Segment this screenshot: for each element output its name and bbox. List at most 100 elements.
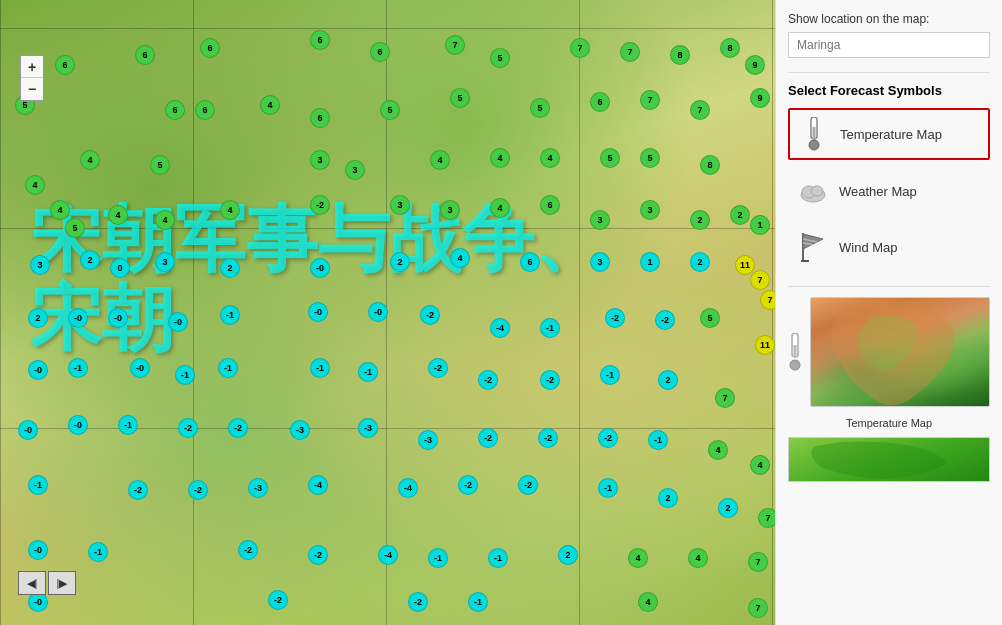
location-input[interactable] [788,32,990,58]
temp-dot: -0 [68,415,88,435]
temp-dot: 2 [690,210,710,230]
temp-dot: 5 [490,48,510,68]
forecast-option-weather[interactable]: Weather Map [788,166,990,216]
temp-dot: 11 [755,335,775,355]
forecast-option-wind[interactable]: Wind Map [788,222,990,272]
temp-dot: -2 [420,305,440,325]
temp-dot: 4 [220,200,240,220]
temp-dot: -2 [268,590,288,610]
temp-dot: 4 [430,150,450,170]
temp-dot: 4 [450,248,470,268]
temperature-map-thumbnail[interactable] [810,297,990,407]
temp-dot: 4 [638,592,658,612]
temp-dot: 4 [490,148,510,168]
temp-dot: 6 [165,100,185,120]
forecast-option-temperature[interactable]: Temperature Map [788,108,990,160]
temp-dot: 4 [50,200,70,220]
temp-dot: 6 [135,45,155,65]
forecast-temp-label: Temperature Map [840,127,942,142]
forecast-weather-label: Weather Map [839,184,917,199]
temp-dot: 4 [540,148,560,168]
temp-dot: 2 [658,370,678,390]
svg-rect-1 [813,127,816,139]
temp-dot: 8 [700,155,720,175]
svg-point-2 [809,140,819,150]
temp-dot: 5 [65,218,85,238]
temp-dot: -3 [418,430,438,450]
temp-dot: 3 [590,210,610,230]
temp-dot: -2 [478,428,498,448]
temp-dot: -1 [600,365,620,385]
thermometer-icon [798,116,830,152]
location-label: Show location on the map: [788,12,990,26]
zoom-in-button[interactable]: + [21,56,43,78]
forecast-wind-label: Wind Map [839,240,898,255]
temp-dot: 6 [540,195,560,215]
temp-dot: 1 [750,215,770,235]
temp-dot: -0 [130,358,150,378]
temp-dot: -1 [310,358,330,378]
temp-dot: -2 [540,370,560,390]
temp-dot: -1 [118,415,138,435]
temp-dot: -1 [648,430,668,450]
temp-dot: 2 [28,308,48,328]
temp-dot: 4 [155,210,175,230]
temp-dot: -2 [655,310,675,330]
svg-rect-12 [794,345,797,357]
temp-dot: -0 [18,420,38,440]
temp-dot: -2 [308,545,328,565]
temp-dot: -1 [68,358,88,378]
nav-next-button[interactable]: |▶ [48,571,76,595]
forecast-section: Select Forecast Symbols Temperature Map [788,83,990,272]
location-section: Show location on the map: [788,12,990,58]
temp-dot: 3 [390,195,410,215]
thumbnail-section: Temperature Map [788,297,990,482]
temp-dot: 6 [55,55,75,75]
temp-dot: 0 [110,258,130,278]
temp-dot: 5 [150,155,170,175]
temp-dot: 7 [570,38,590,58]
temp-dot: -4 [378,545,398,565]
temp-dot: 2 [690,252,710,272]
temp-dot: 2 [558,545,578,565]
temp-dot: -2 [128,480,148,500]
temp-dot: -1 [220,305,240,325]
second-map-thumbnail[interactable] [788,437,990,482]
forecast-title: Select Forecast Symbols [788,83,990,98]
temp-dot: 6 [195,100,215,120]
zoom-out-button[interactable]: − [21,78,43,100]
section-divider [788,72,990,73]
temp-dot: 7 [748,598,768,618]
temp-dot: -0 [368,302,388,322]
temp-dot: 4 [688,548,708,568]
temp-dot: 7 [690,100,710,120]
temp-dot: 4 [490,198,510,218]
temp-dot: -3 [358,418,378,438]
temp-dot: -1 [468,592,488,612]
temp-dot: 6 [200,38,220,58]
temp-dot: -1 [28,475,48,495]
temp-dot: -2 [518,475,538,495]
temp-dot: 3 [590,252,610,272]
section-divider-2 [788,286,990,287]
temp-dot: 5 [530,98,550,118]
temp-dot: 5 [600,148,620,168]
temp-dot: 3 [345,160,365,180]
temp-dot: 2 [730,205,750,225]
temp-dot: -2 [458,475,478,495]
temp-dot: 6 [310,30,330,50]
temp-dot: -2 [238,540,258,560]
temp-dot: -0 [68,308,88,328]
temp-dot: 1 [640,252,660,272]
nav-prev-button[interactable]: ◀| [18,571,46,595]
thermo-large-icon [788,333,802,375]
temp-dot: 3 [440,200,460,220]
temp-dot: 5 [450,88,470,108]
temp-dot: -1 [598,478,618,498]
temp-dot: -1 [428,548,448,568]
nav-controls: ◀| |▶ [18,571,76,595]
temp-dot: -0 [168,312,188,332]
temp-dot: 7 [620,42,640,62]
temp-dot: 8 [670,45,690,65]
temp-dot: -2 [478,370,498,390]
